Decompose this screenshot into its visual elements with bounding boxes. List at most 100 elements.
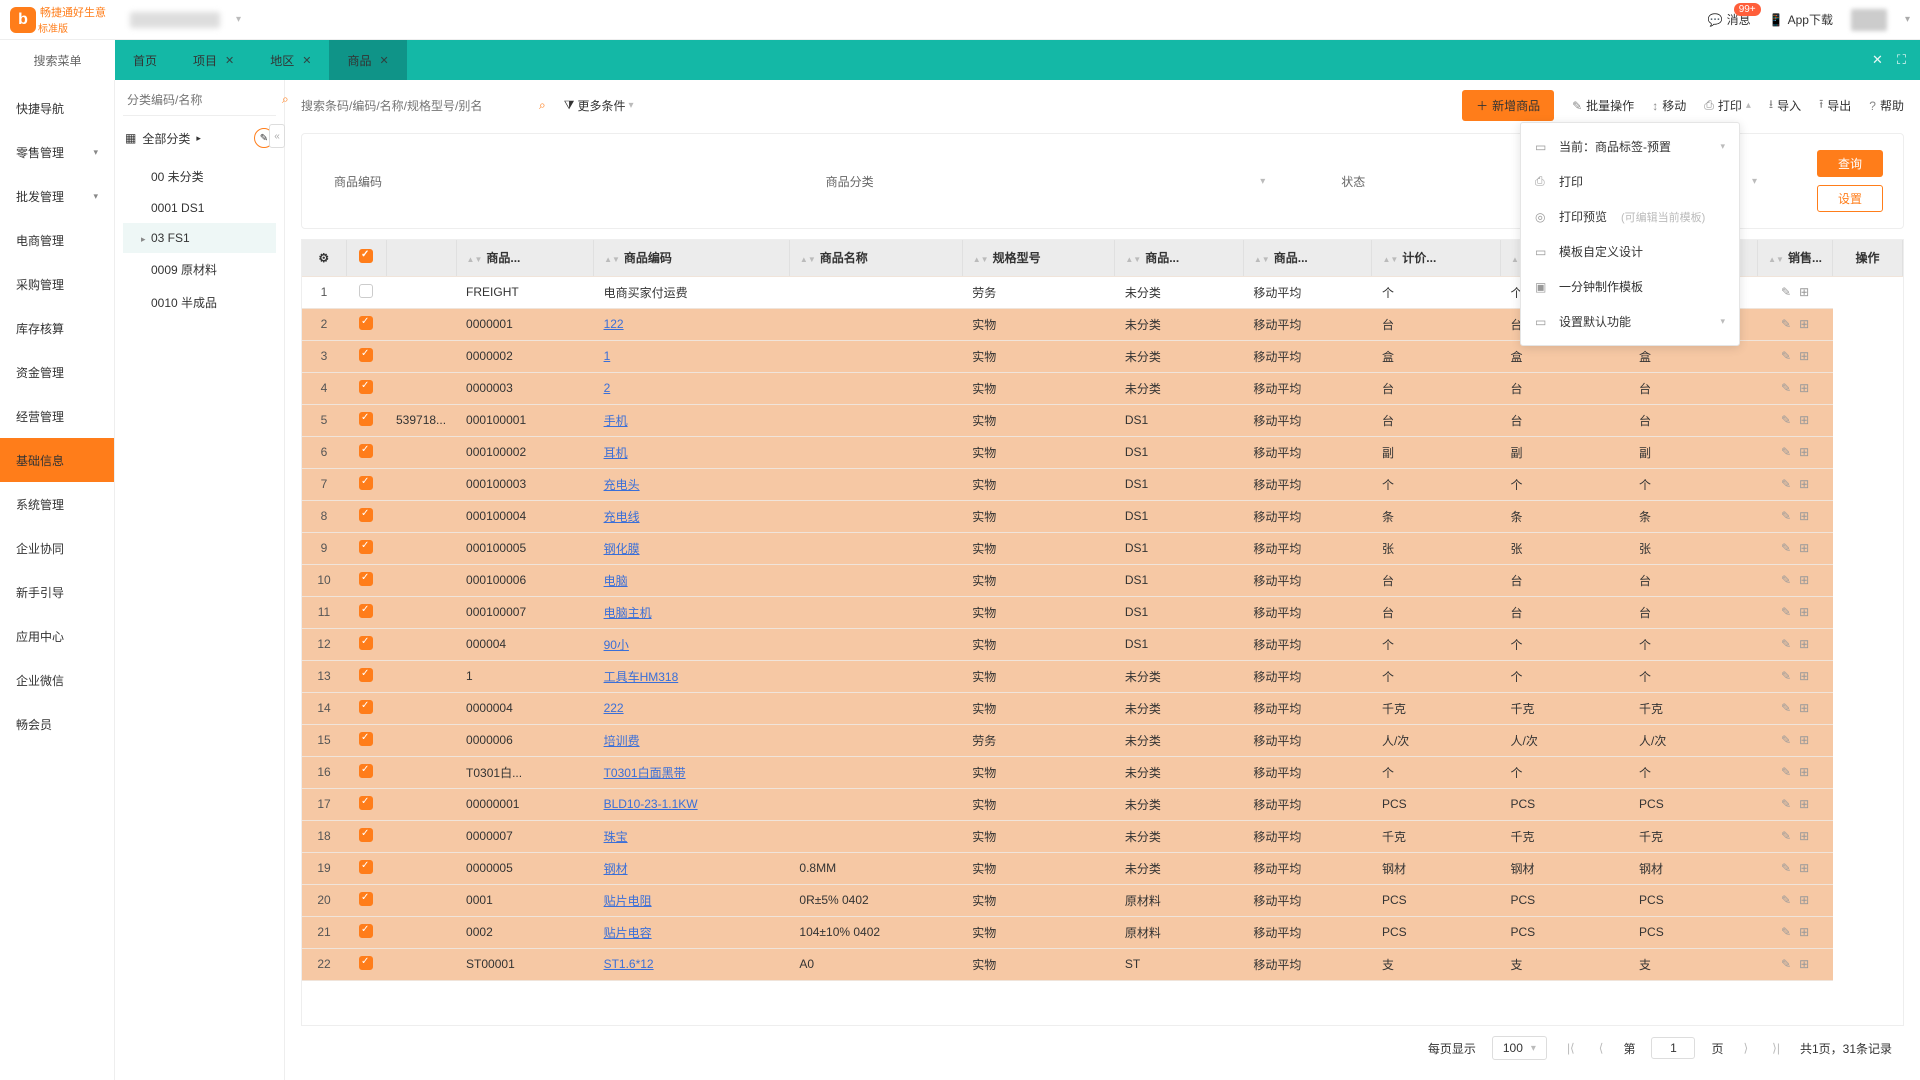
product-name-link[interactable]: 珠宝 (604, 830, 628, 844)
row-checkbox[interactable] (346, 372, 386, 404)
edit-icon[interactable]: ✎ (1781, 541, 1791, 555)
more-icon[interactable]: ⊞ (1799, 445, 1809, 459)
edit-icon[interactable]: ✎ (1781, 477, 1791, 491)
close-icon[interactable]: ✕ (225, 54, 234, 67)
nav-item[interactable]: 资金管理 (0, 350, 114, 394)
dd-set-default[interactable]: ▭设置默认功能▾ (1521, 304, 1739, 339)
dd-one-minute-template[interactable]: ▣一分钟制作模板 (1521, 269, 1739, 304)
more-icon[interactable]: ⊞ (1799, 349, 1809, 363)
more-icon[interactable]: ⊞ (1799, 733, 1809, 747)
edit-icon[interactable]: ✎ (1781, 285, 1791, 299)
filter-code-input[interactable] (396, 170, 774, 193)
more-icon[interactable]: ⊞ (1799, 669, 1809, 683)
nav-item[interactable]: 企业微信 (0, 658, 114, 702)
more-icon[interactable]: ⊞ (1799, 285, 1809, 299)
last-page-button[interactable]: ⟩| (1768, 1041, 1784, 1055)
col-header[interactable]: ▲▼商品... (1115, 240, 1244, 276)
more-conditions-toggle[interactable]: ⧩ 更多条件 ▾ (564, 97, 634, 114)
fullscreen-icon[interactable]: ⛶ (1897, 52, 1906, 68)
row-checkbox[interactable] (346, 820, 386, 852)
table-row[interactable]: 16T0301白...T0301白面黑带实物未分类移动平均个个个✎⊞ (302, 756, 1903, 788)
nav-item[interactable]: 库存核算 (0, 306, 114, 350)
edit-icon[interactable]: ✎ (1781, 733, 1791, 747)
row-checkbox[interactable] (346, 884, 386, 916)
edit-icon[interactable]: ✎ (1781, 605, 1791, 619)
col-header[interactable]: ▲▼销售... (1758, 240, 1833, 276)
more-icon[interactable]: ⊞ (1799, 829, 1809, 843)
product-search-input[interactable] (301, 99, 521, 113)
prev-page-button[interactable]: ⟨ (1595, 1041, 1608, 1055)
first-page-button[interactable]: |⟨ (1563, 1041, 1579, 1055)
more-icon[interactable]: ⊞ (1799, 765, 1809, 779)
more-icon[interactable]: ⊞ (1799, 317, 1809, 331)
tab-首页[interactable]: 首页 (115, 40, 175, 80)
col-select-all[interactable] (346, 240, 386, 276)
table-row[interactable]: 11000100007电脑主机实物DS1移动平均台台台✎⊞ (302, 596, 1903, 628)
dd-print-preview[interactable]: ◎打印预览(可编辑当前模板) (1521, 199, 1739, 234)
more-icon[interactable]: ⊞ (1799, 381, 1809, 395)
search-icon[interactable]: ⌕ (539, 98, 546, 113)
table-row[interactable]: 10000100006电脑实物DS1移动平均台台台✎⊞ (302, 564, 1903, 596)
product-name-link[interactable]: T0301白面黑带 (604, 766, 686, 780)
nav-item[interactable]: 新手引导 (0, 570, 114, 614)
edit-icon[interactable]: ✎ (1781, 957, 1791, 971)
nav-item[interactable]: 系统管理 (0, 482, 114, 526)
product-name-link[interactable]: 122 (604, 317, 624, 331)
table-row[interactable]: 22ST00001ST1.6*12A0实物ST移动平均支支支✎⊞ (302, 948, 1903, 980)
edit-icon[interactable]: ✎ (1781, 317, 1791, 331)
more-icon[interactable]: ⊞ (1799, 797, 1809, 811)
nav-item[interactable]: 采购管理 (0, 262, 114, 306)
row-checkbox[interactable] (346, 788, 386, 820)
more-icon[interactable]: ⊞ (1799, 861, 1809, 875)
tab-地区[interactable]: 地区✕ (252, 40, 329, 80)
print-link[interactable]: ⎙打印▴ (1704, 97, 1751, 114)
product-name-link[interactable]: 90小 (604, 638, 629, 652)
col-settings[interactable]: ⚙ (302, 240, 346, 276)
import-link[interactable]: ⭳导入 (1769, 95, 1801, 116)
table-row[interactable]: 9000100005钢化膜实物DS1移动平均张张张✎⊞ (302, 532, 1903, 564)
more-icon[interactable]: ⊞ (1799, 701, 1809, 715)
dd-current-template[interactable]: ▭ 当前：商品标签-预置 ▾ (1521, 129, 1739, 164)
product-name-link[interactable]: 培训费 (604, 734, 640, 748)
search-menu-label[interactable]: 搜索菜单 (0, 40, 115, 80)
product-name-link[interactable]: ST1.6*12 (604, 957, 654, 971)
app-download-link[interactable]: 📱 App下载 (1769, 11, 1833, 28)
product-name-link[interactable]: 贴片电阻 (604, 894, 652, 908)
close-icon[interactable]: ✕ (302, 54, 311, 67)
edit-icon[interactable]: ✎ (1781, 381, 1791, 395)
close-icon[interactable]: ✕ (380, 54, 389, 67)
product-name-link[interactable]: 2 (604, 381, 611, 395)
row-checkbox[interactable] (346, 596, 386, 628)
row-checkbox[interactable] (346, 852, 386, 884)
nav-item[interactable]: 批发管理▾ (0, 174, 114, 218)
nav-item[interactable]: 经营管理 (0, 394, 114, 438)
nav-item[interactable]: 零售管理▾ (0, 130, 114, 174)
page-input[interactable] (1651, 1037, 1695, 1059)
col-header[interactable]: ▲▼商品编码 (594, 240, 790, 276)
table-row[interactable]: 7000100003充电头实物DS1移动平均个个个✎⊞ (302, 468, 1903, 500)
export-link[interactable]: ⭱导出 (1819, 95, 1851, 116)
table-row[interactable]: 190000005钢材0.8MM实物未分类移动平均钢材钢材钢材✎⊞ (302, 852, 1903, 884)
table-row[interactable]: 1200000490小实物DS1移动平均个个个✎⊞ (302, 628, 1903, 660)
row-checkbox[interactable] (346, 564, 386, 596)
row-checkbox[interactable] (346, 308, 386, 340)
new-product-button[interactable]: ＋新增商品 (1462, 90, 1554, 121)
col-header[interactable]: ▲▼计价... (1372, 240, 1501, 276)
col-header[interactable]: ▲▼商品... (1243, 240, 1372, 276)
close-icon[interactable]: ✕ (1872, 52, 1883, 68)
table-row[interactable]: 180000007珠宝实物未分类移动平均千克千克千克✎⊞ (302, 820, 1903, 852)
edit-icon[interactable]: ✎ (1781, 637, 1791, 651)
batch-ops-link[interactable]: ✎批量操作 (1572, 97, 1634, 114)
edit-icon[interactable]: ✎ (1781, 573, 1791, 587)
row-checkbox[interactable] (346, 948, 386, 980)
edit-icon[interactable]: ✎ (1781, 349, 1791, 363)
product-name-link[interactable]: 工具车HM318 (604, 670, 679, 684)
product-name-link[interactable]: BLD10-23-1.1KW (604, 797, 698, 811)
row-checkbox[interactable] (346, 628, 386, 660)
table-row[interactable]: 150000006培训费劳务未分类移动平均人/次人/次人/次✎⊞ (302, 724, 1903, 756)
per-page-select[interactable]: 100▾ (1492, 1036, 1547, 1060)
nav-item[interactable]: 企业协同 (0, 526, 114, 570)
nav-item[interactable]: 快捷导航 (0, 86, 114, 130)
row-checkbox[interactable] (346, 276, 386, 308)
nav-item[interactable]: 基础信息 (0, 438, 114, 482)
